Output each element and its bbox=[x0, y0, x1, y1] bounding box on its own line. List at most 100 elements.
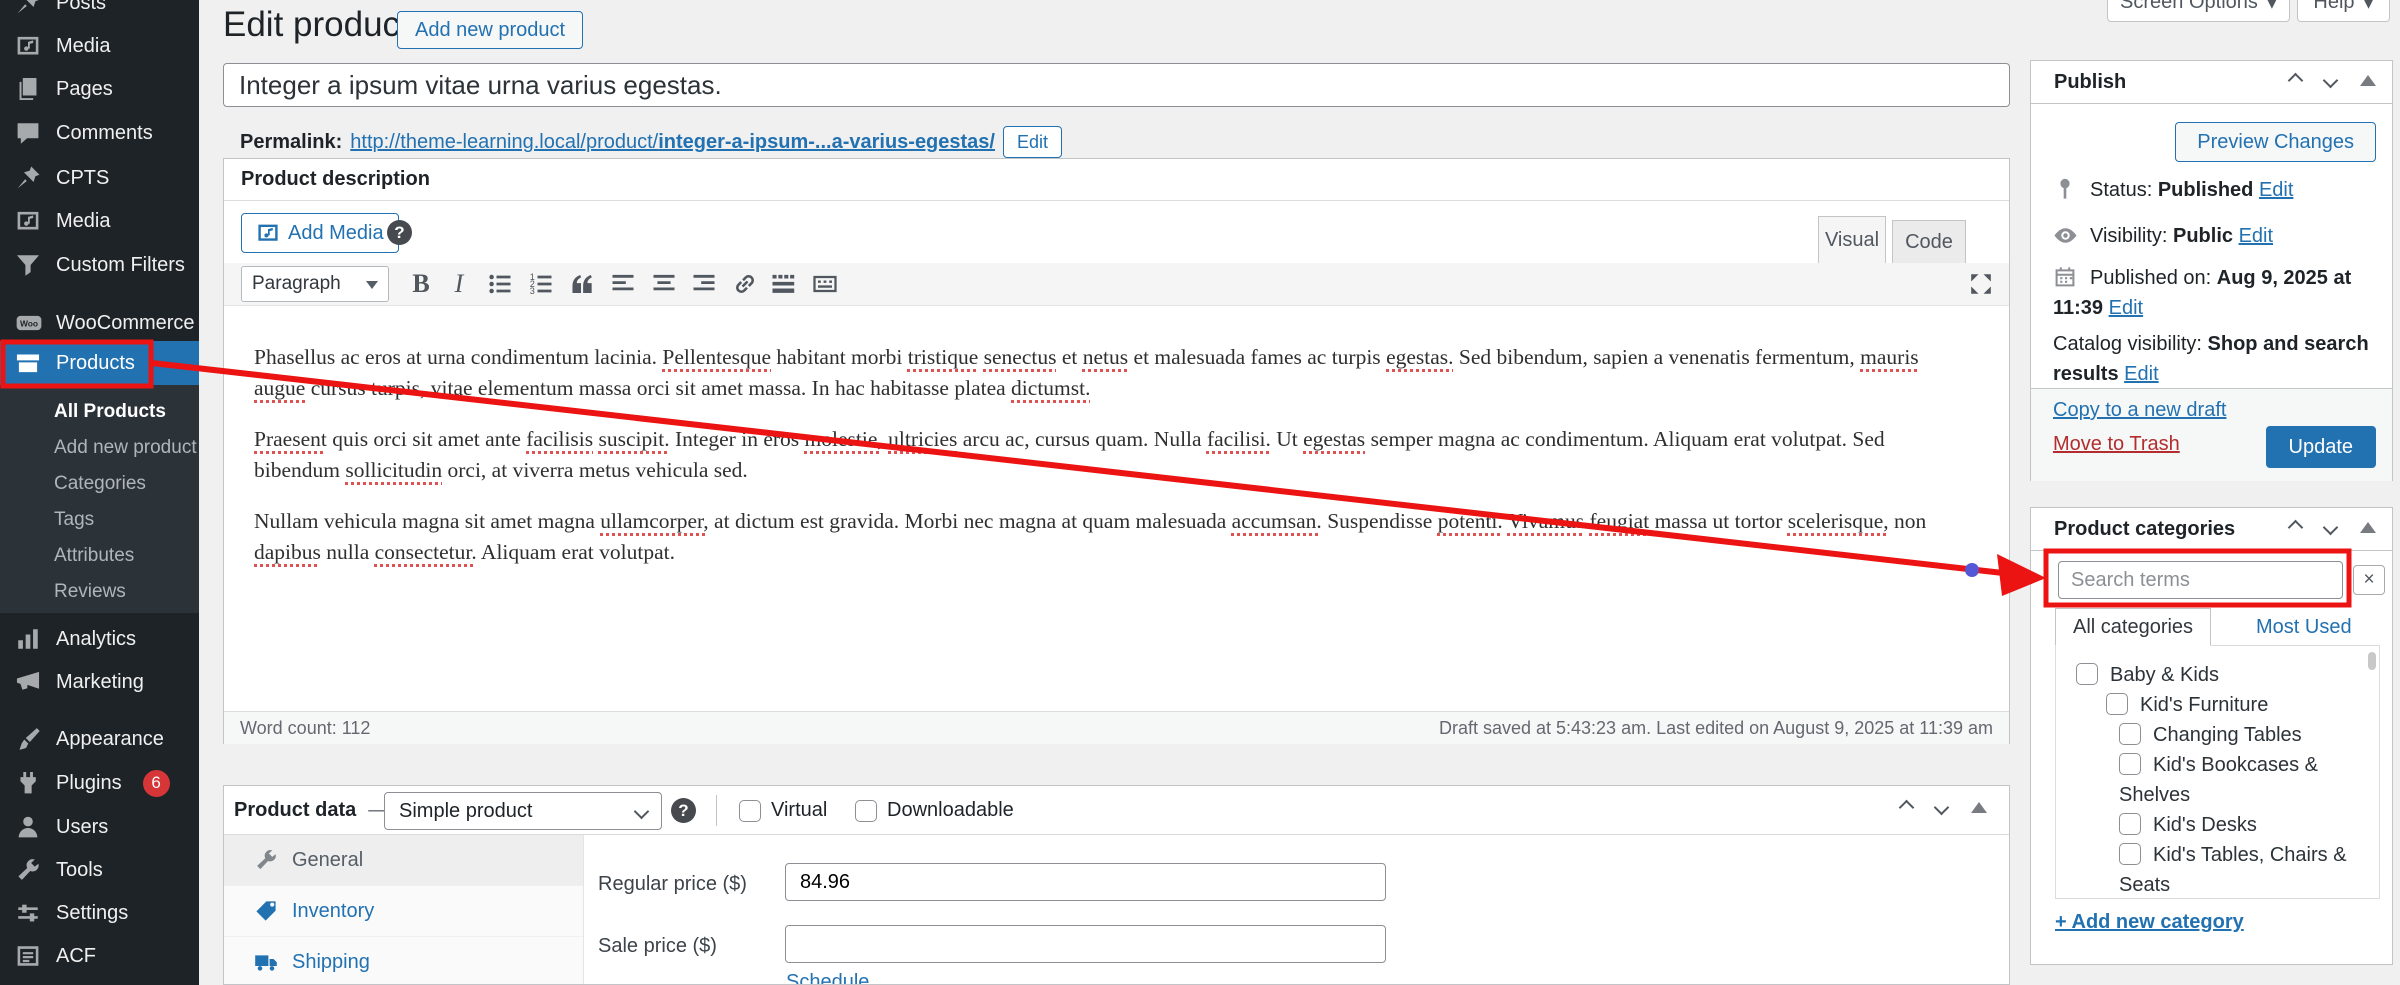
tab-all-categories[interactable]: All categories bbox=[2055, 608, 2212, 646]
category-checkbox[interactable] bbox=[2076, 663, 2098, 685]
category-checkbox[interactable] bbox=[2119, 723, 2141, 745]
numbered-list-button[interactable] bbox=[522, 266, 560, 302]
sale-price-input[interactable] bbox=[785, 925, 1386, 963]
permalink-link[interactable]: http://theme-learning.local/product/inte… bbox=[350, 131, 995, 154]
edit-permalink-button[interactable]: Edit bbox=[1003, 126, 1063, 158]
editor-content[interactable]: Phasellus ac eros at urna condimentum la… bbox=[224, 306, 2009, 711]
category-item: Kid's Bookcases & Shelves bbox=[2119, 753, 2319, 806]
sidebar-item-comments[interactable]: Comments bbox=[0, 111, 199, 155]
align-left-button[interactable] bbox=[604, 266, 642, 302]
move-up-icon[interactable] bbox=[1898, 799, 1915, 816]
category-checkbox[interactable] bbox=[2119, 753, 2141, 775]
add-new-product-button[interactable]: Add new product bbox=[397, 11, 584, 49]
sidebar-item-marketing[interactable]: Marketing bbox=[0, 660, 199, 704]
submenu-attributes[interactable]: Attributes bbox=[0, 538, 199, 574]
tag-icon bbox=[254, 899, 278, 923]
tab-visual[interactable]: Visual bbox=[1818, 216, 1886, 263]
tab-code[interactable]: Code bbox=[1892, 220, 1966, 263]
sidebar-item-tools[interactable]: Tools bbox=[0, 848, 199, 892]
divider bbox=[716, 795, 717, 826]
tab-most-used[interactable]: Most Used bbox=[2256, 616, 2352, 639]
help-icon[interactable]: ? bbox=[671, 798, 696, 823]
schedule-link[interactable]: Schedule bbox=[786, 971, 869, 984]
published-on-row: Published on: Aug 9, 2025 at 11:39 Edit bbox=[2053, 267, 2352, 319]
regular-price-input[interactable] bbox=[785, 863, 1386, 901]
read-more-button[interactable] bbox=[764, 266, 802, 302]
svg-text:Woo: Woo bbox=[20, 318, 38, 328]
submenu-tags[interactable]: Tags bbox=[0, 502, 199, 538]
category-checkbox[interactable] bbox=[2119, 813, 2141, 835]
edit-status-link[interactable]: Edit bbox=[2259, 179, 2293, 201]
product-data-tabs: General Inventory Shipping bbox=[224, 835, 584, 984]
fullscreen-button[interactable] bbox=[1962, 266, 2000, 302]
sidebar-item-cpts[interactable]: CPTS bbox=[0, 156, 199, 200]
visibility-row: Visibility: Public Edit bbox=[2053, 221, 2374, 251]
submenu-categories[interactable]: Categories bbox=[0, 466, 199, 502]
submenu-add-new-product[interactable]: Add new product bbox=[0, 430, 199, 466]
submenu-reviews[interactable]: Reviews bbox=[0, 574, 199, 610]
sidebar-item-media[interactable]: Media bbox=[0, 24, 199, 68]
sidebar-item-products[interactable]: Products bbox=[0, 341, 199, 385]
category-checkbox[interactable] bbox=[2106, 693, 2128, 715]
bold-button[interactable]: B bbox=[402, 266, 440, 302]
sliders-icon bbox=[15, 900, 41, 926]
edit-catalog-visibility-link[interactable]: Edit bbox=[2124, 363, 2158, 385]
edit-published-link[interactable]: Edit bbox=[2109, 297, 2143, 319]
insert-link-button[interactable] bbox=[726, 266, 764, 302]
preview-changes-button[interactable]: Preview Changes bbox=[2175, 122, 2376, 162]
sidebar-item-users[interactable]: Users bbox=[0, 805, 199, 849]
scrollbar-thumb[interactable] bbox=[2368, 652, 2376, 670]
sidebar-item-posts[interactable]: Posts bbox=[0, 0, 199, 25]
collapse-icon[interactable] bbox=[2360, 522, 2376, 533]
blockquote-button[interactable] bbox=[563, 266, 601, 302]
sidebar-item-acf[interactable]: ACF bbox=[0, 934, 199, 978]
tab-general[interactable]: General bbox=[224, 835, 583, 886]
move-down-icon[interactable] bbox=[2322, 72, 2339, 89]
copy-to-draft-link[interactable]: Copy to a new draft bbox=[2053, 399, 2226, 422]
move-down-icon[interactable] bbox=[1933, 799, 1950, 816]
sidebar-item-plugins[interactable]: Plugins 6 bbox=[0, 761, 199, 805]
category-checkbox[interactable] bbox=[2119, 843, 2141, 865]
update-button[interactable]: Update bbox=[2265, 426, 2376, 468]
align-right-button[interactable] bbox=[685, 266, 723, 302]
clear-search-button[interactable]: × bbox=[2353, 565, 2385, 595]
collapse-icon[interactable] bbox=[1971, 802, 1987, 813]
submenu-all-products[interactable]: All Products bbox=[0, 394, 199, 430]
virtual-checkbox[interactable] bbox=[739, 799, 761, 822]
tab-inventory[interactable]: Inventory bbox=[224, 886, 583, 937]
category-checklist[interactable]: Baby & Kids Kid's Furniture Changing Tab… bbox=[2055, 645, 2380, 899]
help-button[interactable]: Help ▾ bbox=[2297, 0, 2390, 22]
move-up-icon[interactable] bbox=[2287, 519, 2304, 536]
sidebar-item-pages[interactable]: Pages bbox=[0, 67, 199, 111]
product-title-input[interactable] bbox=[223, 63, 2010, 107]
tab-shipping[interactable]: Shipping bbox=[224, 937, 583, 984]
sidebar-item-media-2[interactable]: Media bbox=[0, 199, 199, 243]
add-new-category-link[interactable]: + Add new category bbox=[2055, 911, 2244, 934]
sidebar-item-woocommerce[interactable]: Woo WooCommerce bbox=[0, 301, 199, 345]
sidebar-item-appearance[interactable]: Appearance bbox=[0, 717, 199, 761]
wrench-icon bbox=[15, 857, 41, 883]
category-search-input[interactable] bbox=[2058, 561, 2343, 599]
align-right-icon bbox=[690, 270, 718, 298]
paragraph-style-select[interactable]: Paragraph bbox=[241, 266, 389, 302]
move-to-trash-link[interactable]: Move to Trash bbox=[2053, 433, 2180, 456]
sidebar-item-analytics[interactable]: Analytics bbox=[0, 617, 199, 661]
status-row: Status: Published Edit bbox=[2053, 175, 2374, 205]
edit-visibility-link[interactable]: Edit bbox=[2239, 225, 2273, 247]
collapse-icon[interactable] bbox=[2360, 75, 2376, 86]
align-center-button[interactable] bbox=[645, 266, 683, 302]
bold-icon: B bbox=[412, 269, 430, 298]
product-type-select[interactable]: Simple product bbox=[384, 792, 662, 830]
italic-button[interactable]: I bbox=[440, 266, 478, 302]
move-down-icon[interactable] bbox=[2322, 519, 2339, 536]
help-icon[interactable]: ? bbox=[387, 220, 412, 245]
screen-options-button[interactable]: Screen Options ▾ bbox=[2107, 0, 2290, 22]
sidebar-item-settings[interactable]: Settings bbox=[0, 891, 199, 935]
sidebar-item-custom-filters[interactable]: Custom Filters bbox=[0, 243, 199, 287]
wrench-icon bbox=[254, 848, 278, 872]
keyboard-shortcuts-button[interactable] bbox=[806, 266, 844, 302]
move-up-icon[interactable] bbox=[2287, 72, 2304, 89]
add-media-button[interactable]: Add Media bbox=[241, 213, 399, 253]
downloadable-checkbox[interactable] bbox=[855, 799, 877, 822]
bulleted-list-button[interactable] bbox=[481, 266, 519, 302]
